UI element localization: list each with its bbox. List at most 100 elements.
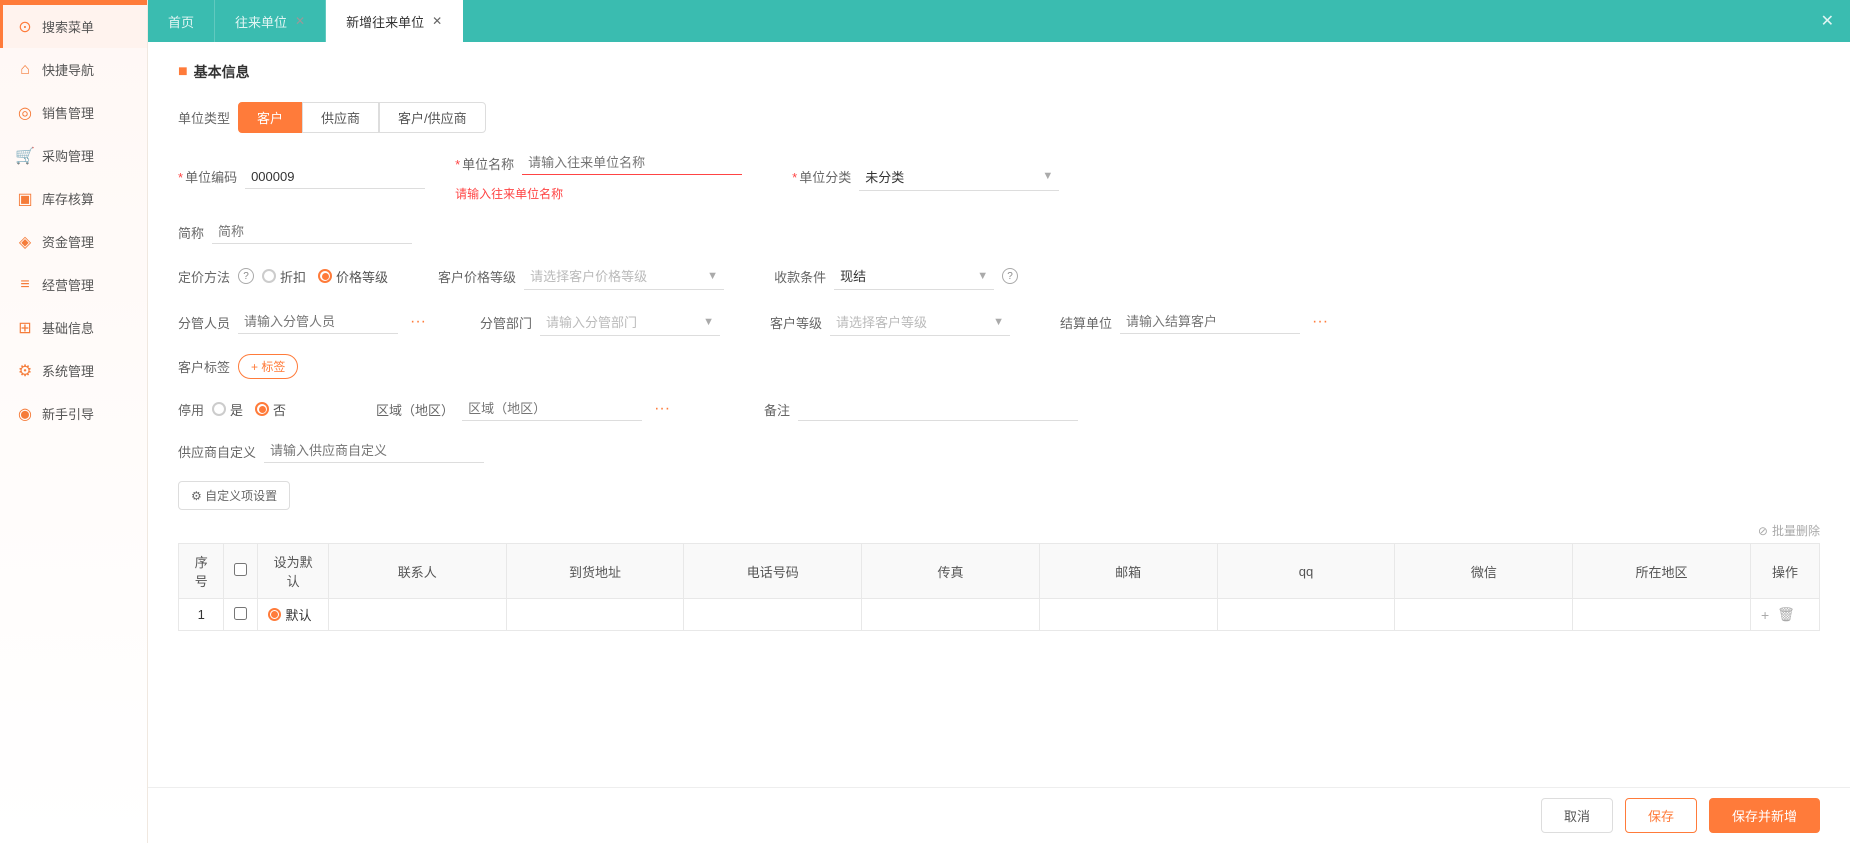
add-tag-button[interactable]: + 标签 bbox=[238, 354, 298, 379]
row-email[interactable] bbox=[1039, 599, 1217, 631]
row-default-radio[interactable] bbox=[268, 608, 281, 621]
sidebar-item-finance[interactable]: ◈ 资金管理 bbox=[0, 220, 147, 263]
tab-home-label: 首页 bbox=[168, 12, 194, 31]
settings-button[interactable]: ⚙ 自定义项设置 bbox=[178, 481, 290, 510]
sidebar-item-basic[interactable]: ⊞ 基础信息 bbox=[0, 306, 147, 349]
row-check[interactable] bbox=[224, 599, 258, 631]
row-address[interactable] bbox=[506, 599, 684, 631]
basic-icon: ⊞ bbox=[16, 319, 34, 337]
select-all-checkbox[interactable] bbox=[234, 563, 247, 576]
sidebar-item-purchase[interactable]: 🛒 采购管理 bbox=[0, 134, 147, 177]
customer-price-level-select[interactable]: 请选择客户价格等级 ▼ bbox=[524, 262, 724, 290]
sidebar-item-system[interactable]: ⚙ 系统管理 bbox=[0, 349, 147, 392]
department-field: 分管部门 请输入分管部门 ▼ bbox=[480, 308, 720, 336]
close-all-button[interactable]: ✕ bbox=[1805, 0, 1850, 42]
contact-input[interactable] bbox=[339, 607, 496, 622]
manager-input[interactable] bbox=[238, 310, 398, 334]
customer-level-select[interactable]: 请选择客户等级 ▼ bbox=[830, 308, 1010, 336]
sidebar-item-search[interactable]: ⊙ 搜索菜单 bbox=[0, 5, 147, 48]
row-wechat[interactable] bbox=[1395, 599, 1573, 631]
unit-type-both[interactable]: 客户/供应商 bbox=[379, 102, 486, 133]
row-contact[interactable] bbox=[328, 599, 506, 631]
sidebar-item-operation[interactable]: ≡ 经营管理 bbox=[0, 263, 147, 306]
note-field: 备注 bbox=[764, 397, 1078, 421]
disabled-yes[interactable]: 是 bbox=[212, 400, 243, 419]
unit-type-customer[interactable]: 客户 bbox=[238, 102, 302, 133]
address-input[interactable] bbox=[517, 607, 674, 622]
pricing-help-icon[interactable]: ? bbox=[238, 268, 254, 284]
row-qq[interactable] bbox=[1217, 599, 1395, 631]
row-phone[interactable] bbox=[684, 599, 862, 631]
pricing-level-radio[interactable] bbox=[318, 269, 332, 283]
sidebar-item-label: 经营管理 bbox=[42, 275, 94, 294]
fax-input[interactable] bbox=[872, 607, 1029, 622]
wechat-input[interactable] bbox=[1405, 607, 1562, 622]
table-row: 1 默认 bbox=[179, 599, 1820, 631]
pricing-discount[interactable]: 折扣 bbox=[262, 267, 306, 286]
tabs-bar: 首页 往来单位 ✕ 新增往来单位 ✕ ✕ bbox=[148, 0, 1850, 42]
pricing-discount-label: 折扣 bbox=[280, 267, 306, 286]
row-region[interactable] bbox=[1573, 599, 1751, 631]
row-checkbox[interactable] bbox=[234, 607, 247, 620]
unit-category-label: *单位分类 bbox=[792, 167, 851, 186]
customer-level-chevron: ▼ bbox=[993, 316, 1004, 328]
department-select[interactable]: 请输入分管部门 ▼ bbox=[540, 308, 720, 336]
disabled-yes-radio[interactable] bbox=[212, 402, 226, 416]
finance-icon: ◈ bbox=[16, 233, 34, 251]
row-fax[interactable] bbox=[862, 599, 1040, 631]
region-more-icon[interactable]: ··· bbox=[650, 400, 674, 418]
cancel-button[interactable]: 取消 bbox=[1541, 798, 1613, 833]
pricing-level[interactable]: 价格等级 bbox=[318, 267, 388, 286]
row-default-label: 默认 bbox=[285, 605, 311, 624]
unit-name-input[interactable] bbox=[522, 151, 742, 175]
customer-level-label: 客户等级 bbox=[770, 313, 822, 332]
phone-input[interactable] bbox=[694, 607, 851, 622]
tab-home[interactable]: 首页 bbox=[148, 0, 215, 42]
bulk-delete-button[interactable]: ⊘ 批量删除 bbox=[1758, 522, 1820, 539]
col-email: 邮箱 bbox=[1039, 544, 1217, 599]
col-check[interactable] bbox=[224, 544, 258, 599]
tab-counterparty-close[interactable]: ✕ bbox=[295, 14, 305, 28]
customer-price-level-chevron: ▼ bbox=[707, 270, 718, 282]
note-input[interactable] bbox=[798, 397, 1078, 421]
unit-code-input[interactable] bbox=[245, 165, 425, 189]
save-new-button[interactable]: 保存并新增 bbox=[1709, 798, 1820, 833]
col-qq: qq bbox=[1217, 544, 1395, 599]
sidebar-item-sales[interactable]: ◎ 销售管理 bbox=[0, 91, 147, 134]
pricing-discount-radio[interactable] bbox=[262, 269, 276, 283]
sidebar-item-quick-nav[interactable]: ⌂ 快捷导航 bbox=[0, 48, 147, 91]
payment-terms-value: 现结 bbox=[840, 266, 866, 285]
short-name-input[interactable] bbox=[212, 220, 412, 244]
qq-input[interactable] bbox=[1228, 607, 1385, 622]
disabled-no-radio[interactable] bbox=[255, 402, 269, 416]
region-input[interactable] bbox=[462, 397, 642, 421]
payment-terms-select[interactable]: 现结 ▼ bbox=[834, 262, 994, 290]
row-delete-button[interactable]: 🗑 bbox=[1777, 606, 1795, 623]
unit-category-select[interactable]: 未分类 ▼ bbox=[859, 163, 1059, 191]
row-region-input[interactable] bbox=[1583, 607, 1740, 622]
unit-code-field: *单位编码 bbox=[178, 165, 425, 189]
tab-counterparty[interactable]: 往来单位 ✕ bbox=[215, 0, 326, 42]
payment-help-icon[interactable]: ? bbox=[1002, 268, 1018, 284]
email-input[interactable] bbox=[1050, 607, 1207, 622]
settlement-more-icon[interactable]: ··· bbox=[1308, 313, 1332, 331]
disabled-no[interactable]: 否 bbox=[255, 400, 286, 419]
sidebar-item-guide[interactable]: ◉ 新手引导 bbox=[0, 392, 147, 435]
short-name-label: 简称 bbox=[178, 223, 204, 242]
unit-name-label: *单位名称 bbox=[455, 154, 514, 173]
col-phone: 电话号码 bbox=[684, 544, 862, 599]
save-button[interactable]: 保存 bbox=[1625, 798, 1697, 833]
payment-terms-field: 收款条件 现结 ▼ ? bbox=[774, 262, 1018, 290]
customer-price-level-field: 客户价格等级 请选择客户价格等级 ▼ bbox=[438, 262, 724, 290]
tab-new-counterparty[interactable]: 新增往来单位 ✕ bbox=[326, 0, 463, 42]
unit-type-supplier[interactable]: 供应商 bbox=[302, 102, 379, 133]
sidebar-item-inventory[interactable]: ▣ 库存核算 bbox=[0, 177, 147, 220]
settlement-unit-input[interactable] bbox=[1120, 310, 1300, 334]
manager-more-icon[interactable]: ··· bbox=[406, 313, 430, 331]
supplier-custom-input[interactable] bbox=[264, 439, 484, 463]
col-fax: 传真 bbox=[862, 544, 1040, 599]
unit-type-group: 客户 供应商 客户/供应商 bbox=[238, 102, 486, 133]
sidebar-item-label: 快捷导航 bbox=[42, 60, 94, 79]
tab-new-counterparty-close[interactable]: ✕ bbox=[432, 14, 442, 28]
row-add-button[interactable]: + bbox=[1761, 607, 1769, 623]
